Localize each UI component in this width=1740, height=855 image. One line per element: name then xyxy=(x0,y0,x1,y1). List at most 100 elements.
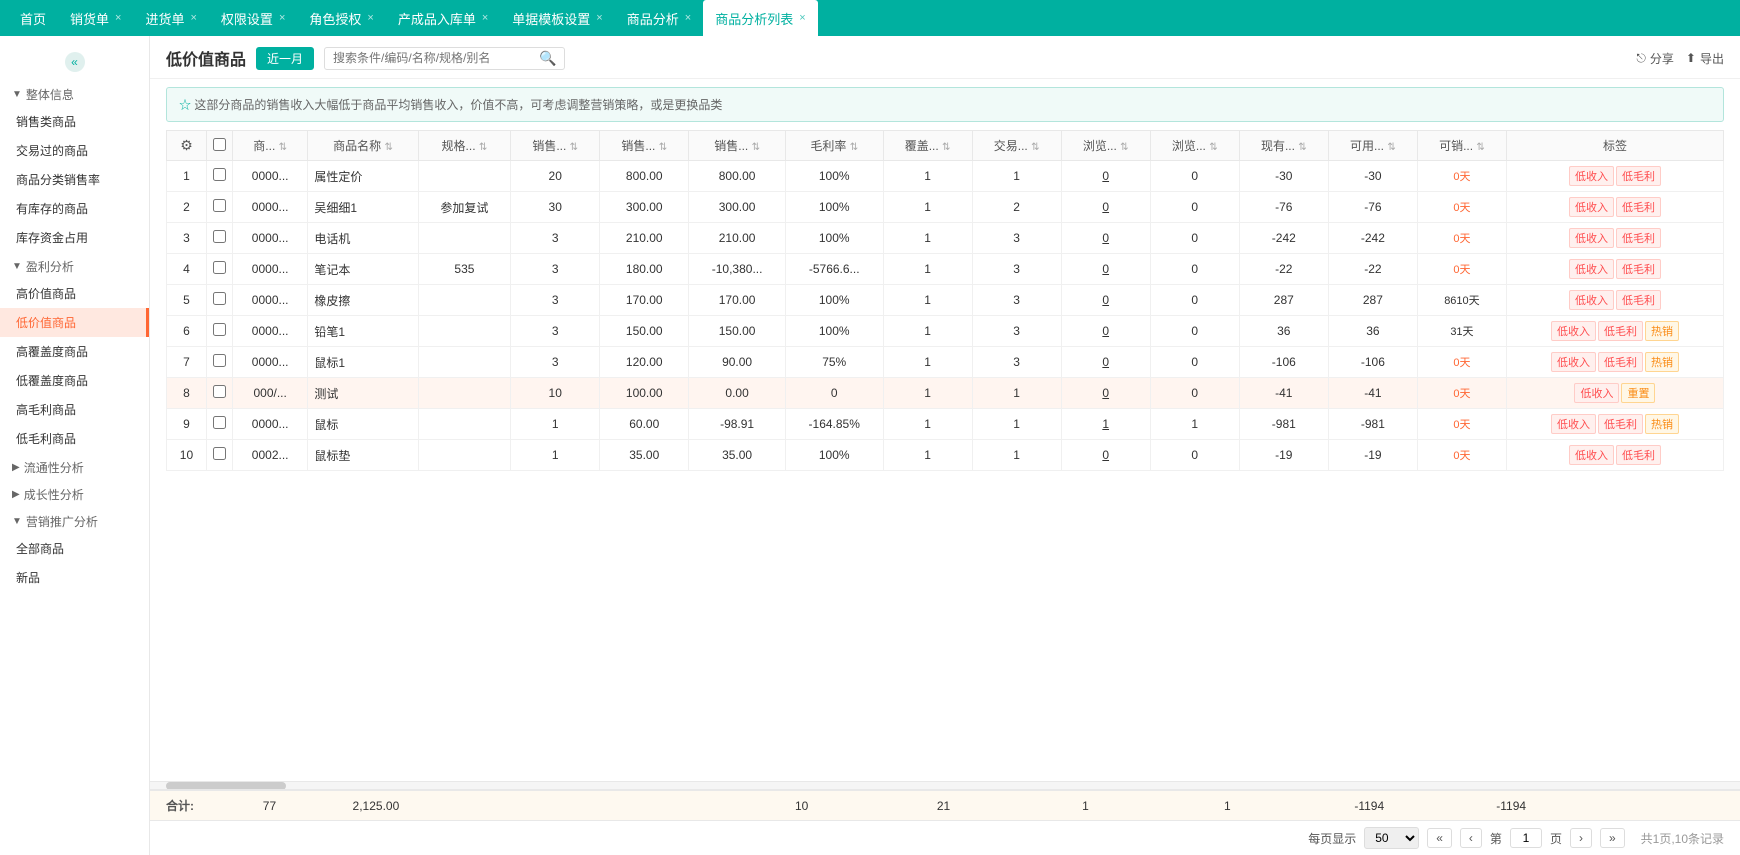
col-sale-amount[interactable]: 销售... ⇅ xyxy=(600,131,689,161)
sidebar-section-growth[interactable]: ▶ 成长性分析 xyxy=(0,480,149,507)
pv1-value[interactable]: 0 xyxy=(1102,448,1109,462)
cell-checkbox[interactable] xyxy=(206,254,232,285)
cell-checkbox[interactable] xyxy=(206,378,232,409)
page-size-select[interactable]: 50 100 200 xyxy=(1364,827,1419,849)
col-code[interactable]: 商... ⇅ xyxy=(232,131,307,161)
next-page-button[interactable]: › xyxy=(1570,828,1592,848)
col-margin[interactable]: 毛利率 ⇅ xyxy=(785,131,883,161)
page-number-input[interactable] xyxy=(1510,828,1542,848)
pv1-value[interactable]: 1 xyxy=(1102,417,1109,431)
close-roles-icon[interactable]: × xyxy=(367,12,373,24)
row-checkbox[interactable] xyxy=(213,292,226,305)
row-checkbox[interactable] xyxy=(213,168,226,181)
cell-pv1[interactable]: 0 xyxy=(1061,161,1150,192)
cell-pv1[interactable]: 0 xyxy=(1061,285,1150,316)
col-name[interactable]: 商品名称 ⇅ xyxy=(308,131,418,161)
sidebar-item-category-sales[interactable]: 商品分类销售率 xyxy=(0,165,149,194)
search-input[interactable] xyxy=(333,51,533,65)
row-checkbox[interactable] xyxy=(213,385,226,398)
pv1-value[interactable]: 0 xyxy=(1102,231,1109,245)
pv1-value[interactable]: 0 xyxy=(1102,169,1109,183)
nav-purchase[interactable]: 进货单 × xyxy=(133,0,208,36)
cell-pv1[interactable]: 0 xyxy=(1061,347,1150,378)
col-trade[interactable]: 交易... ⇅ xyxy=(972,131,1061,161)
close-purchase-icon[interactable]: × xyxy=(190,12,196,24)
nav-sales[interactable]: 销货单 × xyxy=(58,0,133,36)
row-checkbox[interactable] xyxy=(213,230,226,243)
col-current-stock[interactable]: 现有... ⇅ xyxy=(1239,131,1328,161)
nav-template[interactable]: 单据模板设置 × xyxy=(500,0,614,36)
cell-checkbox[interactable] xyxy=(206,161,232,192)
settings-gear-button[interactable]: ⚙ xyxy=(180,137,193,154)
col-available[interactable]: 可用... ⇅ xyxy=(1328,131,1417,161)
close-permissions-icon[interactable]: × xyxy=(279,12,285,24)
col-pv2[interactable]: 浏览... ⇅ xyxy=(1150,131,1239,161)
sidebar-item-traded-goods[interactable]: 交易过的商品 xyxy=(0,136,149,165)
cell-pv1[interactable]: 1 xyxy=(1061,409,1150,440)
cell-checkbox[interactable] xyxy=(206,223,232,254)
sidebar-item-high-margin[interactable]: 高毛利商品 xyxy=(0,395,149,424)
row-checkbox[interactable] xyxy=(213,261,226,274)
last-page-button[interactable]: » xyxy=(1600,828,1625,848)
sidebar-item-high-value[interactable]: 高价值商品 xyxy=(0,279,149,308)
sidebar-item-low-value[interactable]: 低价值商品 xyxy=(0,308,149,337)
nav-roles[interactable]: 角色授权 × xyxy=(297,0,385,36)
col-settings[interactable]: ⚙ xyxy=(167,131,207,161)
close-sales-icon[interactable]: × xyxy=(115,12,121,24)
pv1-value[interactable]: 0 xyxy=(1102,293,1109,307)
search-icon[interactable]: 🔍 xyxy=(539,50,556,67)
sidebar-section-liquidity[interactable]: ▶ 流通性分析 xyxy=(0,453,149,480)
sidebar-item-low-coverage[interactable]: 低覆盖度商品 xyxy=(0,366,149,395)
close-analysis-icon[interactable]: × xyxy=(685,12,691,24)
pv1-value[interactable]: 0 xyxy=(1102,324,1109,338)
sidebar-item-new-goods[interactable]: 新品 xyxy=(0,563,149,592)
pv1-value[interactable]: 0 xyxy=(1102,386,1109,400)
sidebar-item-high-coverage[interactable]: 高覆盖度商品 xyxy=(0,337,149,366)
col-sale-price[interactable]: 销售... ⇅ xyxy=(689,131,786,161)
export-button[interactable]: ⬆ 导出 xyxy=(1686,50,1724,67)
cell-checkbox[interactable] xyxy=(206,440,232,471)
cell-pv1[interactable]: 0 xyxy=(1061,316,1150,347)
cell-pv1[interactable]: 0 xyxy=(1061,223,1150,254)
sidebar-item-all-goods[interactable]: 全部商品 xyxy=(0,534,149,563)
nav-analysis[interactable]: 商品分析 × xyxy=(615,0,703,36)
row-checkbox[interactable] xyxy=(213,447,226,460)
row-checkbox[interactable] xyxy=(213,323,226,336)
row-checkbox[interactable] xyxy=(213,199,226,212)
col-pv1[interactable]: 浏览... ⇅ xyxy=(1061,131,1150,161)
cell-checkbox[interactable] xyxy=(206,347,232,378)
prev-page-button[interactable]: ‹ xyxy=(1460,828,1482,848)
close-warehouse-icon[interactable]: × xyxy=(482,12,488,24)
row-checkbox[interactable] xyxy=(213,416,226,429)
sidebar-item-stock-capital[interactable]: 库存资金占用 xyxy=(0,223,149,252)
select-all-checkbox[interactable] xyxy=(213,138,226,151)
col-sellable[interactable]: 可销... ⇅ xyxy=(1417,131,1506,161)
row-checkbox[interactable] xyxy=(213,354,226,367)
sidebar-section-profit[interactable]: ▼ 盈利分析 xyxy=(0,252,149,279)
sidebar-section-marketing[interactable]: ▼ 营销推广分析 xyxy=(0,507,149,534)
nav-analysis-list[interactable]: 商品分析列表 × xyxy=(703,0,817,36)
horizontal-scrollbar[interactable] xyxy=(150,781,1740,789)
cell-checkbox[interactable] xyxy=(206,192,232,223)
sidebar-item-sales-goods[interactable]: 销售类商品 xyxy=(0,107,149,136)
col-sale-qty[interactable]: 销售... ⇅ xyxy=(511,131,600,161)
col-coverage[interactable]: 覆盖... ⇅ xyxy=(883,131,972,161)
pv1-value[interactable]: 0 xyxy=(1102,355,1109,369)
nav-permissions[interactable]: 权限设置 × xyxy=(209,0,297,36)
cell-checkbox[interactable] xyxy=(206,409,232,440)
first-page-button[interactable]: « xyxy=(1427,828,1452,848)
nav-home[interactable]: 首页 xyxy=(8,0,58,36)
cell-checkbox[interactable] xyxy=(206,285,232,316)
sidebar-item-low-margin[interactable]: 低毛利商品 xyxy=(0,424,149,453)
table-container[interactable]: ⚙ 商... ⇅ 商品名称 ⇅ 规格... ⇅ 销售... ⇅ 销售... ⇅ … xyxy=(150,130,1740,781)
cell-pv1[interactable]: 0 xyxy=(1061,440,1150,471)
col-spec[interactable]: 规格... ⇅ xyxy=(418,131,511,161)
cell-pv1[interactable]: 0 xyxy=(1061,254,1150,285)
cell-checkbox[interactable] xyxy=(206,316,232,347)
cell-pv1[interactable]: 0 xyxy=(1061,378,1150,409)
sidebar-collapse-button[interactable]: « xyxy=(65,52,85,72)
sidebar-item-in-stock[interactable]: 有库存的商品 xyxy=(0,194,149,223)
pv1-value[interactable]: 0 xyxy=(1102,200,1109,214)
period-button[interactable]: 近一月 xyxy=(256,47,314,70)
close-analysis-list-icon[interactable]: × xyxy=(799,12,805,24)
